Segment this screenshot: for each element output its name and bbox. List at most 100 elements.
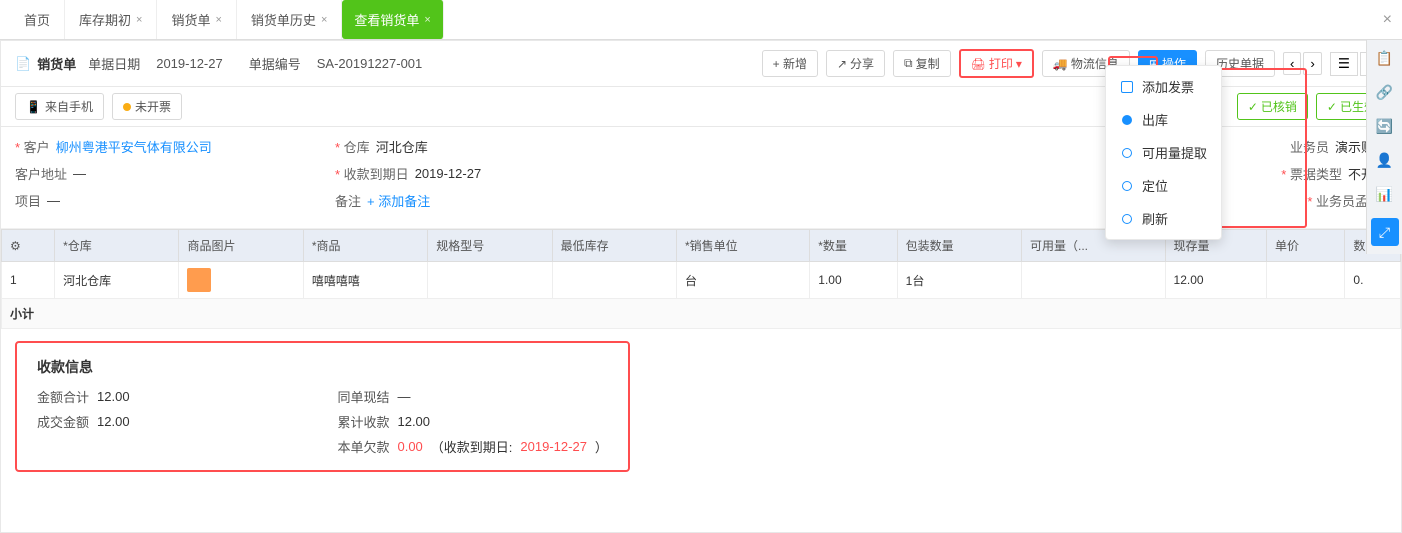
list-view-button[interactable]: ☰ — [1330, 52, 1358, 76]
dropdown-outbound[interactable]: 出库 — [1106, 103, 1221, 136]
col-warehouse: *仓库 — [55, 230, 179, 262]
warehouse-field: 仓库 河北仓库 — [335, 137, 615, 156]
tab-view-sales-label: 查看销货单 — [354, 10, 419, 29]
same-order-item: 同单现结 — — [337, 387, 607, 406]
col-unit: *销售单位 — [676, 230, 809, 262]
print-icon: 🖨 — [971, 57, 986, 71]
cell-product: 嘻嘻嘻嘻 — [303, 262, 427, 299]
add-remark-button[interactable]: + 添加备注 — [367, 191, 430, 210]
data-table: ⚙ *仓库 商品图片 *商品 规格型号 最低库存 *销售单位 *数量 包装数量 … — [1, 229, 1401, 329]
warehouse-value: 河北仓库 — [376, 137, 428, 156]
sidebar-icon-chart[interactable]: 📊 — [1375, 184, 1395, 204]
sidebar-icon-refresh[interactable]: 🔄 — [1375, 116, 1395, 136]
dropdown-locate[interactable]: 定位 — [1106, 169, 1221, 202]
tab-home-label: 首页 — [24, 10, 50, 29]
cell-img — [179, 262, 303, 299]
due-date-prefix: （收款到期日: — [431, 437, 513, 456]
doc-number-value: SA-20191227-001 — [317, 56, 423, 71]
tab-sales-close[interactable]: × — [215, 14, 221, 26]
col-img: 商品图片 — [179, 230, 303, 262]
amount-label: 金额合计 — [37, 387, 89, 406]
col-min-stock: 最低库存 — [552, 230, 676, 262]
print-label: 打印 — [989, 55, 1013, 72]
col-settings[interactable]: ⚙ — [2, 230, 55, 262]
sidebar-icon-clipboard[interactable]: 📋 — [1375, 48, 1395, 68]
cell-spec — [428, 262, 552, 299]
sidebar-icon-link[interactable]: 🔗 — [1375, 82, 1395, 102]
print-button[interactable]: 🖨 打印 ▾ — [959, 49, 1034, 78]
tab-view-sales[interactable]: 查看销货单 × — [342, 0, 443, 39]
subtotal-cell: 小计 — [2, 299, 1401, 329]
outbound-icon — [1120, 113, 1134, 127]
print-arrow: ▾ — [1016, 57, 1022, 71]
available-qty-icon — [1120, 146, 1134, 160]
staff-label: 业务员 — [1290, 137, 1329, 156]
doc-info: 单据日期 2019-12-27 单据编号 SA-20191227-001 — [88, 54, 422, 73]
dropdown-refresh[interactable]: 刷新 — [1106, 202, 1221, 235]
doc-number-label: 单据编号 — [249, 54, 301, 73]
cell-qty: 1.00 — [810, 262, 897, 299]
customer-field: 客户 柳州粤港平安气体有限公司 — [15, 137, 295, 156]
cumulative-item: 累计收款 12.00 — [337, 412, 607, 431]
customer-value[interactable]: 柳州粤港平安气体有限公司 — [56, 137, 212, 156]
cumulative-label: 累计收款 — [337, 412, 389, 431]
tab-inventory-label: 库存期初 — [79, 10, 131, 29]
next-button[interactable]: › — [1303, 52, 1321, 75]
salesman-label: 业务员孟 — [1307, 191, 1368, 210]
dropdown-available-qty[interactable]: 可用量提取 — [1106, 136, 1221, 169]
cumulative-value: 12.00 — [397, 414, 430, 429]
doc-actions: + 新增 ↗ 分享 ⧉ 复制 🖨 打印 ▾ 🚚 物流信息 — [762, 49, 1387, 78]
deal-amount-label: 成交金额 — [37, 412, 89, 431]
sidebar-icon-user[interactable]: 👤 — [1375, 150, 1395, 170]
share-icon: ↗ — [837, 57, 847, 71]
customer-label: 客户 — [15, 137, 50, 156]
tab-inventory-close[interactable]: × — [136, 14, 142, 26]
ticket-label: 票据类型 — [1281, 164, 1342, 183]
history-label: 历史单据 — [1216, 55, 1264, 72]
arrears-label: 本单欠款 — [337, 437, 389, 456]
copy-button[interactable]: ⧉ 复制 — [893, 50, 951, 77]
doc-icon: 📄 — [15, 56, 31, 72]
global-close-button[interactable]: × — [1383, 11, 1392, 29]
cell-index: 1 — [2, 262, 55, 299]
new-button[interactable]: + 新增 — [762, 50, 818, 77]
cancelled-label: 已核销 — [1261, 98, 1297, 115]
same-order-value: — — [397, 389, 410, 404]
deal-amount-value: 12.00 — [97, 414, 130, 429]
from-mobile-button[interactable]: 📱 来自手机 — [15, 93, 104, 120]
col-pkg-qty: 包装数量 — [897, 230, 1021, 262]
locate-label: 定位 — [1142, 176, 1168, 195]
table-row: 1 河北仓库 嘻嘻嘻嘻 台 1.00 1台 12.00 — [2, 262, 1401, 299]
refresh-label: 刷新 — [1142, 209, 1168, 228]
subtotal-row: 小计 — [2, 299, 1401, 329]
outbound-label: 出库 — [1142, 110, 1168, 129]
tab-inventory[interactable]: 库存期初 × — [65, 0, 157, 39]
remark-field: 备注 + 添加备注 — [335, 191, 615, 210]
remark-label: 备注 — [335, 191, 361, 210]
status-buttons: ✓ 已核销 ✓ 已生效 — [1237, 93, 1387, 120]
sidebar-icon-expand[interactable]: ⤢ — [1371, 218, 1399, 246]
locate-icon — [1120, 179, 1134, 193]
table-wrapper: ⚙ *仓库 商品图片 *商品 规格型号 最低库存 *销售单位 *数量 包装数量 … — [1, 229, 1401, 329]
due-date-suffix: ） — [595, 437, 608, 456]
tab-sales[interactable]: 销货单 × — [157, 0, 236, 39]
cell-available — [1022, 262, 1166, 299]
address-field: 客户地址 — — [15, 164, 295, 183]
share-button[interactable]: ↗ 分享 — [826, 50, 885, 77]
unconfirmed-button[interactable]: 未开票 — [112, 93, 182, 120]
tab-sales-history[interactable]: 销货单历史 × — [237, 0, 342, 39]
payment-title: 收款信息 — [37, 357, 608, 377]
mobile-icon: 📱 — [26, 100, 41, 114]
dropdown-add-invoice[interactable]: 添加发票 — [1106, 70, 1221, 103]
prev-button[interactable]: ‹ — [1283, 52, 1301, 75]
same-order-label: 同单现结 — [337, 387, 389, 406]
logistics-icon: 🚚 — [1053, 57, 1068, 71]
operation-dropdown: 添加发票 出库 可用量提取 定位 刷新 — [1105, 65, 1222, 240]
warehouse-label: 仓库 — [335, 137, 370, 156]
col-spec: 规格型号 — [428, 230, 552, 262]
tab-sales-history-close[interactable]: × — [321, 14, 327, 26]
unconfirmed-label: 未开票 — [135, 98, 171, 115]
tab-home[interactable]: 首页 — [10, 0, 65, 39]
tab-view-sales-close[interactable]: × — [424, 14, 430, 26]
cancelled-status-button[interactable]: ✓ 已核销 — [1237, 93, 1308, 120]
